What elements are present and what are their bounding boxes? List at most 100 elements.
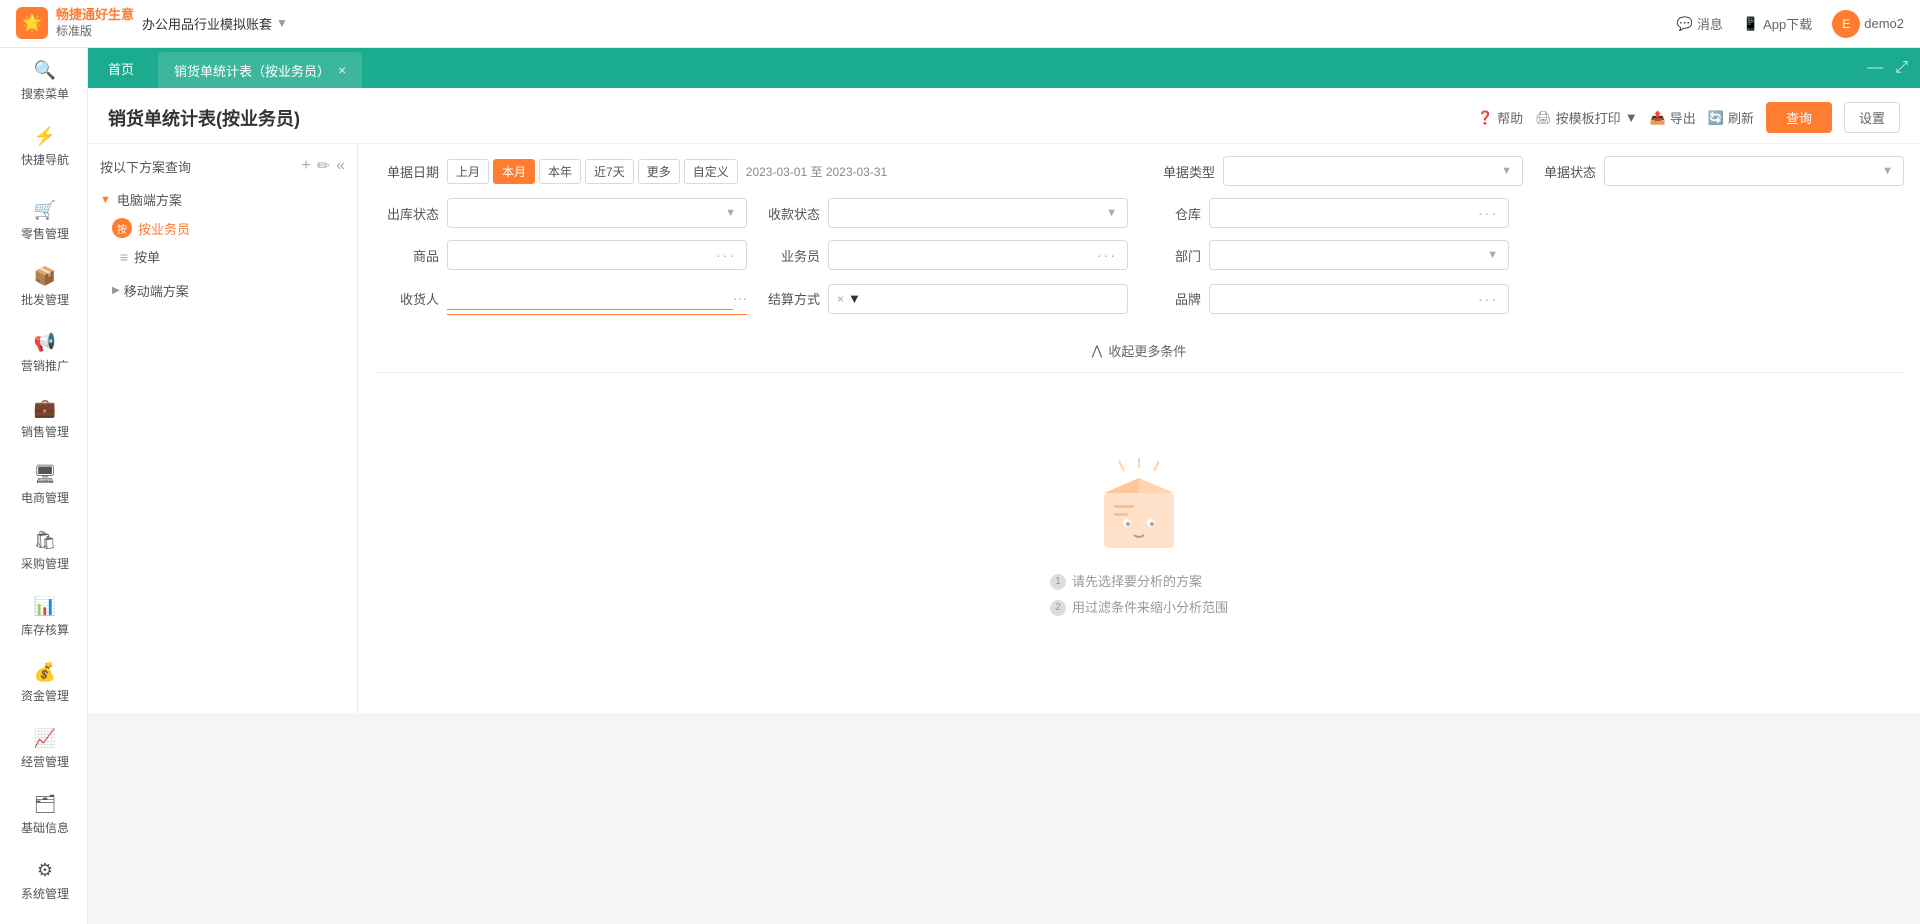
sidebar-item-search[interactable]: 🔍 搜索菜单 [0,48,87,114]
sidebar-item-ecommerce[interactable]: 🖥 电商管理 [0,452,87,518]
page-body: 按以下方案查询 + ✏ « ▼ [88,144,1920,713]
doc-type-select[interactable]: ▼ [1223,156,1523,186]
print-btn[interactable]: 🖨 按模板打印 ▼ [1535,108,1637,127]
refresh-btn[interactable]: 🔄 刷新 [1708,108,1754,127]
salesperson-select[interactable]: ··· [828,240,1128,270]
payment-method-select[interactable]: × ▼ [828,284,1128,314]
app-download-label: App下载 [1763,14,1812,33]
finance-icon: 💰 [34,662,56,683]
page-content: 销货单统计表(按业务员) ❓ 帮助 🖨 按模板打印 ▼ [88,88,1920,924]
tip-num-1: 1 [1050,574,1066,590]
date-btn-thisyear[interactable]: 本年 [539,159,581,184]
payment-arrow: ▼ [848,291,861,306]
sidebar-item-sales[interactable]: 💼 销售管理 [0,386,87,452]
page-title: 销货单统计表(按业务员) [108,105,300,131]
tip-item-1: 1 请先选择要分析的方案 [1050,569,1228,595]
print-icon: 🖨 [1535,110,1552,126]
mobile-scheme-group[interactable]: ▶ 移动端方案 [100,276,345,305]
date-btn-custom[interactable]: 自定义 [684,159,738,184]
sidebar-item-quicknav[interactable]: ⚡ 快捷导航 [0,114,87,180]
sidebar-item-purchase[interactable]: 🛍 采购管理 [0,518,87,584]
logo-line2: 标准版 [56,24,134,40]
app-title-arrow: ▼ [276,16,288,30]
tab-close-btn[interactable]: × [338,62,346,78]
tab-home[interactable]: 首页 [88,48,154,88]
logo-text: 畅捷通好生意 标准版 [56,7,134,39]
sidebar-label-finance: 资金管理 [21,687,69,704]
pc-group-label: 电脑端方案 [117,190,182,209]
tab-spacer [362,48,1855,88]
tab-maximize-btn[interactable]: ⤢ [1891,55,1912,81]
user-area[interactable]: E demo2 [1832,10,1904,38]
warehouse-select[interactable]: ··· [1209,198,1509,228]
sidebar-item-basic[interactable]: 🗂 基础信息 [0,782,87,848]
scheme-icon-salesperson: 按 [112,218,132,238]
sidebar-item-finance[interactable]: 💰 资金管理 [0,650,87,716]
department-select[interactable]: ▼ [1209,240,1509,270]
date-btn-lastmonth[interactable]: 上月 [447,159,489,184]
collapse-btn[interactable]: ⋀ 收起更多条件 [374,333,1904,368]
collapse-panel-btn[interactable]: « [336,157,345,175]
tab-bar: 首页 销货单统计表（按业务员） × — ⤢ [88,48,1920,88]
user-avatar: E [1832,10,1860,38]
scheme-label-order: 按单 [134,247,160,266]
refresh-label: 刷新 [1728,108,1754,127]
help-icon: ❓ [1477,110,1493,126]
date-btn-7days[interactable]: 近7天 [585,159,634,184]
edit-scheme-btn[interactable]: ✏ [317,156,330,176]
tip-text-1: 请先选择要分析的方案 [1072,569,1202,595]
scheme-item-salesperson[interactable]: 按 按业务员 [100,213,345,243]
sidebar-item-system[interactable]: ⚙ 系统管理 [0,848,87,914]
app-download-btn[interactable]: 📱 App下载 [1743,14,1812,33]
tab-minimize-btn[interactable]: — [1863,55,1887,81]
message-icon: 💬 [1677,16,1693,32]
scheme-label-salesperson: 按业务员 [138,219,190,238]
salesperson-more: ··· [1097,247,1117,263]
out-status-select[interactable]: ▼ [447,198,747,228]
sidebar-label-ops: 经营管理 [21,753,69,770]
collect-status-select[interactable]: ▼ [828,198,1128,228]
pc-scheme-group: ▼ 电脑端方案 按 按业务员 ≡ 按单 [100,186,345,270]
consignee-input-area: ··· [447,282,747,315]
doc-status-select[interactable]: ▼ [1604,156,1904,186]
retail-icon: 🛒 [34,200,56,221]
export-btn[interactable]: 📤 导出 [1650,108,1696,127]
add-scheme-btn[interactable]: + [301,157,310,175]
collapse-row: ⋀ 收起更多条件 [374,327,1904,373]
help-label: 帮助 [1497,108,1523,127]
query-button[interactable]: 查询 [1766,102,1832,133]
tab-current[interactable]: 销货单统计表（按业务员） × [158,52,362,88]
pc-scheme-group-title[interactable]: ▼ 电脑端方案 [100,186,345,213]
sidebar-item-collab[interactable]: 🤝 企业协同 [0,914,87,924]
sidebar-item-retail[interactable]: 🛒 零售管理 [0,188,87,254]
sidebar-item-marketing[interactable]: 📢 营销推广 [0,320,87,386]
filter-row-3: 商品 ··· 业务员 ··· [374,240,1904,270]
doc-status-arrow: ▼ [1882,165,1893,177]
goods-select[interactable]: ··· [447,240,747,270]
ecommerce-icon: 🖥 [34,464,57,485]
sidebar-item-ops[interactable]: 📈 经营管理 [0,716,87,782]
date-btn-thismonth[interactable]: 本月 [493,159,535,184]
filter-panel-actions: + ✏ « [301,156,345,176]
goods-label: 商品 [374,246,439,265]
brand-select[interactable]: ··· [1209,284,1509,314]
tip-text-2: 用过滤条件来缩小分析范围 [1072,595,1228,621]
help-btn[interactable]: ❓ 帮助 [1477,108,1523,127]
date-btn-more[interactable]: 更多 [638,159,680,184]
empty-icon-area [1079,453,1199,553]
logo-icon: 🌟 [16,7,48,39]
scheme-sub-item-order[interactable]: ≡ 按单 [100,243,345,270]
message-btn[interactable]: 💬 消息 [1677,14,1723,33]
settings-button[interactable]: 设置 [1844,102,1900,133]
payment-clear-btn[interactable]: × [837,292,844,306]
sidebar-item-wholesale[interactable]: 📦 批发管理 [0,254,87,320]
pc-group-arrow: ▼ [100,194,111,206]
ops-icon: 📈 [34,728,56,749]
app-title[interactable]: 办公用品行业模拟账套 ▼ [142,14,288,33]
sidebar-label-system: 系统管理 [21,885,69,902]
system-icon: ⚙ [37,860,53,881]
out-status-label: 出库状态 [374,204,439,223]
consignee-input[interactable] [447,286,733,310]
sidebar-item-inventory[interactable]: 📊 库存核算 [0,584,87,650]
doc-type-arrow: ▼ [1501,165,1512,177]
